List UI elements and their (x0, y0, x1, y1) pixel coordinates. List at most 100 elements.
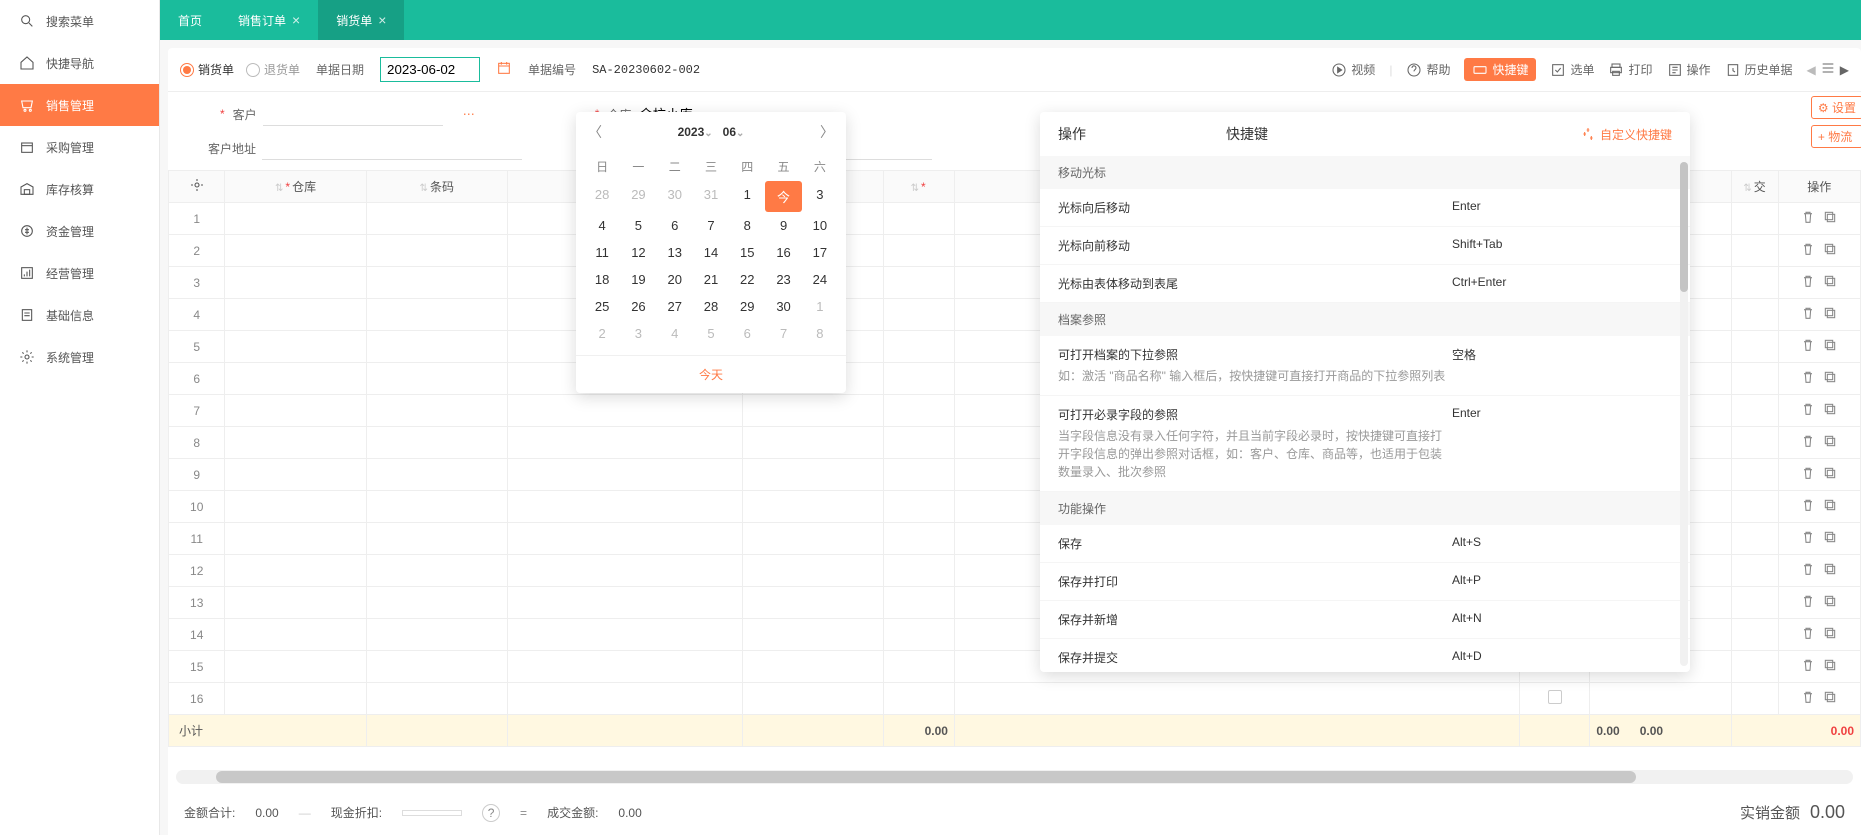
cal-day[interactable]: 29 (620, 181, 656, 212)
delete-icon[interactable] (1800, 433, 1816, 452)
cal-prev-icon[interactable]: 〈 (588, 122, 602, 142)
delete-icon[interactable] (1800, 305, 1816, 324)
sidebar-item-inventory[interactable]: 库存核算 (0, 168, 159, 210)
cal-day[interactable]: 2 (584, 320, 620, 347)
cal-day[interactable]: 8 (729, 212, 765, 239)
col-req[interactable]: ⇅* (884, 171, 955, 203)
tab-sales-order[interactable]: 销售订单× (220, 0, 318, 40)
operate-button[interactable]: 操作 (1667, 61, 1711, 78)
hotkeys-button[interactable]: 快捷键 (1464, 58, 1536, 81)
cal-day[interactable]: 8 (802, 320, 838, 347)
cal-day[interactable]: 25 (584, 293, 620, 320)
cal-day[interactable]: 3 (802, 181, 838, 212)
delete-icon[interactable] (1800, 241, 1816, 260)
cal-day[interactable]: 23 (765, 266, 801, 293)
cal-day[interactable]: 13 (657, 239, 693, 266)
col-barcode[interactable]: ⇅条码 (366, 171, 507, 203)
cal-day[interactable]: 22 (729, 266, 765, 293)
tab-home[interactable]: 首页 (160, 0, 220, 40)
delete-icon[interactable] (1800, 657, 1816, 676)
cal-year-select[interactable]: 2023⌄ (678, 125, 713, 139)
cal-day[interactable]: 28 (693, 293, 729, 320)
vertical-scrollbar[interactable] (1680, 162, 1688, 666)
delete-icon[interactable] (1800, 401, 1816, 420)
delete-icon[interactable] (1800, 529, 1816, 548)
col-warehouse[interactable]: ⇅*仓库 (225, 171, 366, 203)
cal-day[interactable]: 12 (620, 239, 656, 266)
cal-day[interactable]: 7 (765, 320, 801, 347)
delete-icon[interactable] (1800, 337, 1816, 356)
customer-input[interactable] (263, 102, 443, 126)
cal-day[interactable]: 31 (693, 181, 729, 212)
cal-day[interactable]: 5 (620, 212, 656, 239)
more-icon[interactable]: ⋯ (463, 107, 475, 121)
discount-input[interactable] (402, 810, 462, 816)
cal-day[interactable]: 30 (657, 181, 693, 212)
copy-icon[interactable] (1822, 401, 1838, 420)
delete-icon[interactable] (1800, 209, 1816, 228)
delete-icon[interactable] (1800, 561, 1816, 580)
copy-icon[interactable] (1822, 497, 1838, 516)
col-gear[interactable] (169, 171, 225, 203)
cal-day[interactable]: 今 (765, 181, 801, 212)
table-row[interactable]: 16 (169, 683, 1861, 715)
sidebar-item-search[interactable]: 搜索菜单 (0, 0, 159, 42)
cal-day[interactable]: 6 (729, 320, 765, 347)
copy-icon[interactable] (1822, 465, 1838, 484)
cal-day[interactable]: 11 (584, 239, 620, 266)
copy-icon[interactable] (1822, 657, 1838, 676)
cal-day[interactable]: 17 (802, 239, 838, 266)
copy-icon[interactable] (1822, 625, 1838, 644)
radio-sales[interactable]: 销货单 (180, 61, 234, 78)
cal-day[interactable]: 1 (802, 293, 838, 320)
help-button[interactable]: 帮助 (1406, 61, 1450, 78)
cal-day[interactable]: 15 (729, 239, 765, 266)
copy-icon[interactable] (1822, 305, 1838, 324)
cal-day[interactable]: 19 (620, 266, 656, 293)
cal-day[interactable]: 4 (584, 212, 620, 239)
cal-day[interactable]: 4 (657, 320, 693, 347)
help-icon[interactable]: ? (482, 804, 500, 822)
copy-icon[interactable] (1822, 593, 1838, 612)
copy-icon[interactable] (1822, 689, 1838, 708)
cal-day[interactable]: 14 (693, 239, 729, 266)
video-button[interactable]: 视频 (1331, 61, 1375, 78)
sidebar-item-finance[interactable]: 资金管理 (0, 210, 159, 252)
copy-icon[interactable] (1822, 433, 1838, 452)
close-icon[interactable]: × (292, 12, 300, 28)
cal-day[interactable]: 24 (802, 266, 838, 293)
copy-icon[interactable] (1822, 529, 1838, 548)
cal-day[interactable]: 20 (657, 266, 693, 293)
cal-today-button[interactable]: 今天 (576, 355, 846, 393)
tab-sales-invoice[interactable]: 销货单× (318, 0, 404, 40)
copy-icon[interactable] (1822, 273, 1838, 292)
cal-next-icon[interactable]: 〉 (820, 122, 834, 142)
cal-month-select[interactable]: 06⌄ (723, 125, 745, 139)
delete-icon[interactable] (1800, 625, 1816, 644)
sidebar-item-system[interactable]: 系统管理 (0, 336, 159, 378)
sidebar-item-basicinfo[interactable]: 基础信息 (0, 294, 159, 336)
date-input[interactable] (380, 57, 480, 82)
delete-icon[interactable] (1800, 273, 1816, 292)
cal-day[interactable]: 3 (620, 320, 656, 347)
history-button[interactable]: 历史单据 (1725, 61, 1793, 78)
close-icon[interactable]: × (378, 12, 386, 28)
logistics-pill[interactable]: + 物流 (1811, 125, 1861, 148)
sidebar-item-sales[interactable]: 销售管理 (0, 84, 159, 126)
copy-icon[interactable] (1822, 337, 1838, 356)
select-button[interactable]: 选单 (1550, 61, 1594, 78)
copy-icon[interactable] (1822, 561, 1838, 580)
copy-icon[interactable] (1822, 241, 1838, 260)
col-deliver[interactable]: ⇅交 (1731, 171, 1778, 203)
copy-icon[interactable] (1822, 369, 1838, 388)
delete-icon[interactable] (1800, 497, 1816, 516)
radio-return[interactable]: 退货单 (246, 61, 300, 78)
copy-icon[interactable] (1822, 209, 1838, 228)
cal-day[interactable]: 9 (765, 212, 801, 239)
customize-shortcuts-button[interactable]: 自定义快捷键 (1580, 126, 1672, 143)
print-button[interactable]: 打印 (1608, 61, 1652, 78)
cal-day[interactable]: 16 (765, 239, 801, 266)
cal-day[interactable]: 28 (584, 181, 620, 212)
cal-day[interactable]: 10 (802, 212, 838, 239)
cal-day[interactable]: 30 (765, 293, 801, 320)
